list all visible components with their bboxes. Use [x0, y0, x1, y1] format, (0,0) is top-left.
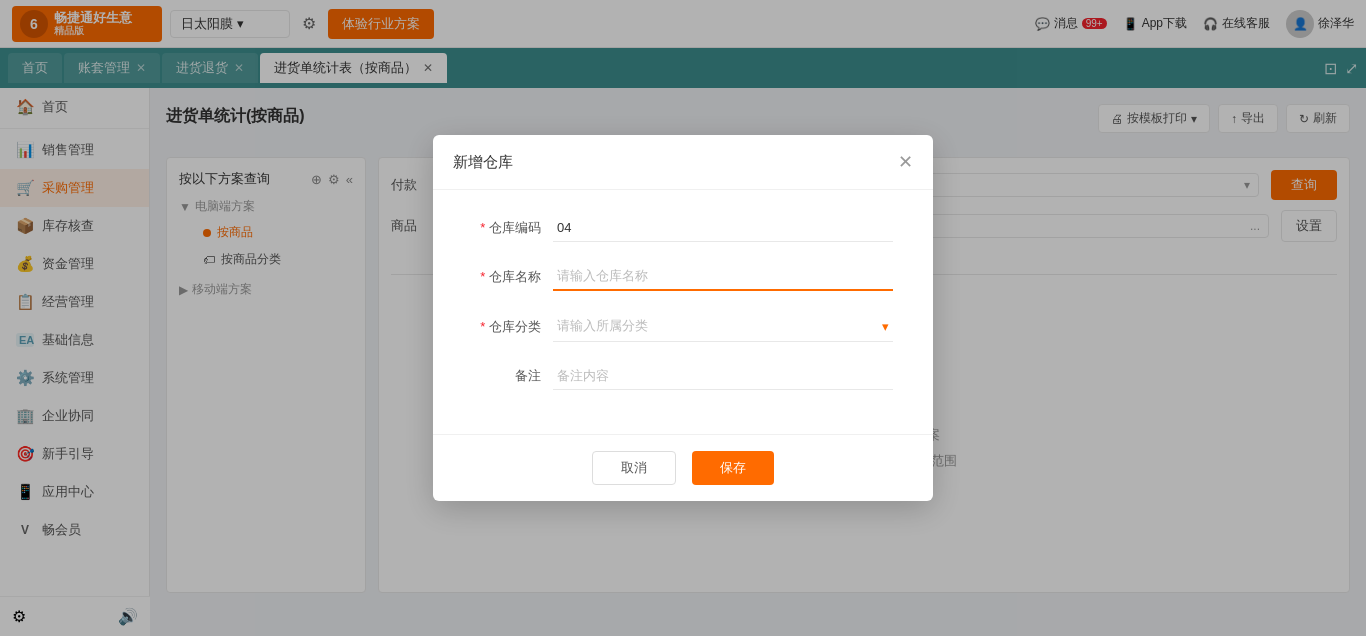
save-button[interactable]: 保存: [692, 451, 774, 485]
modal-header: 新增仓库 ✕: [433, 135, 933, 190]
name-input[interactable]: [553, 262, 893, 291]
category-select[interactable]: 请输入所属分类 ▾: [553, 311, 893, 342]
form-row-code: 仓库编码: [473, 214, 893, 242]
modal-body: 仓库编码 仓库名称 仓库分类 请输入所属分类 ▾ 备注: [433, 190, 933, 434]
code-label: 仓库编码: [473, 219, 553, 237]
remark-label: 备注: [473, 367, 553, 385]
form-row-remark: 备注: [473, 362, 893, 390]
modal-footer: 取消 保存: [433, 434, 933, 501]
category-label: 仓库分类: [473, 318, 553, 336]
form-row-name: 仓库名称: [473, 262, 893, 291]
code-input[interactable]: [553, 214, 893, 242]
remark-input[interactable]: [553, 362, 893, 390]
modal-overlay[interactable]: 新增仓库 ✕ 仓库编码 仓库名称 仓库分类 请输入所属分类 ▾: [0, 0, 1366, 636]
new-warehouse-modal: 新增仓库 ✕ 仓库编码 仓库名称 仓库分类 请输入所属分类 ▾: [433, 135, 933, 501]
name-label: 仓库名称: [473, 268, 553, 286]
modal-close-icon[interactable]: ✕: [898, 151, 913, 173]
cancel-button[interactable]: 取消: [592, 451, 676, 485]
modal-title: 新增仓库: [453, 153, 513, 172]
form-row-category: 仓库分类 请输入所属分类 ▾: [473, 311, 893, 342]
category-chevron-icon: ▾: [882, 319, 889, 334]
category-placeholder: 请输入所属分类: [557, 317, 648, 335]
